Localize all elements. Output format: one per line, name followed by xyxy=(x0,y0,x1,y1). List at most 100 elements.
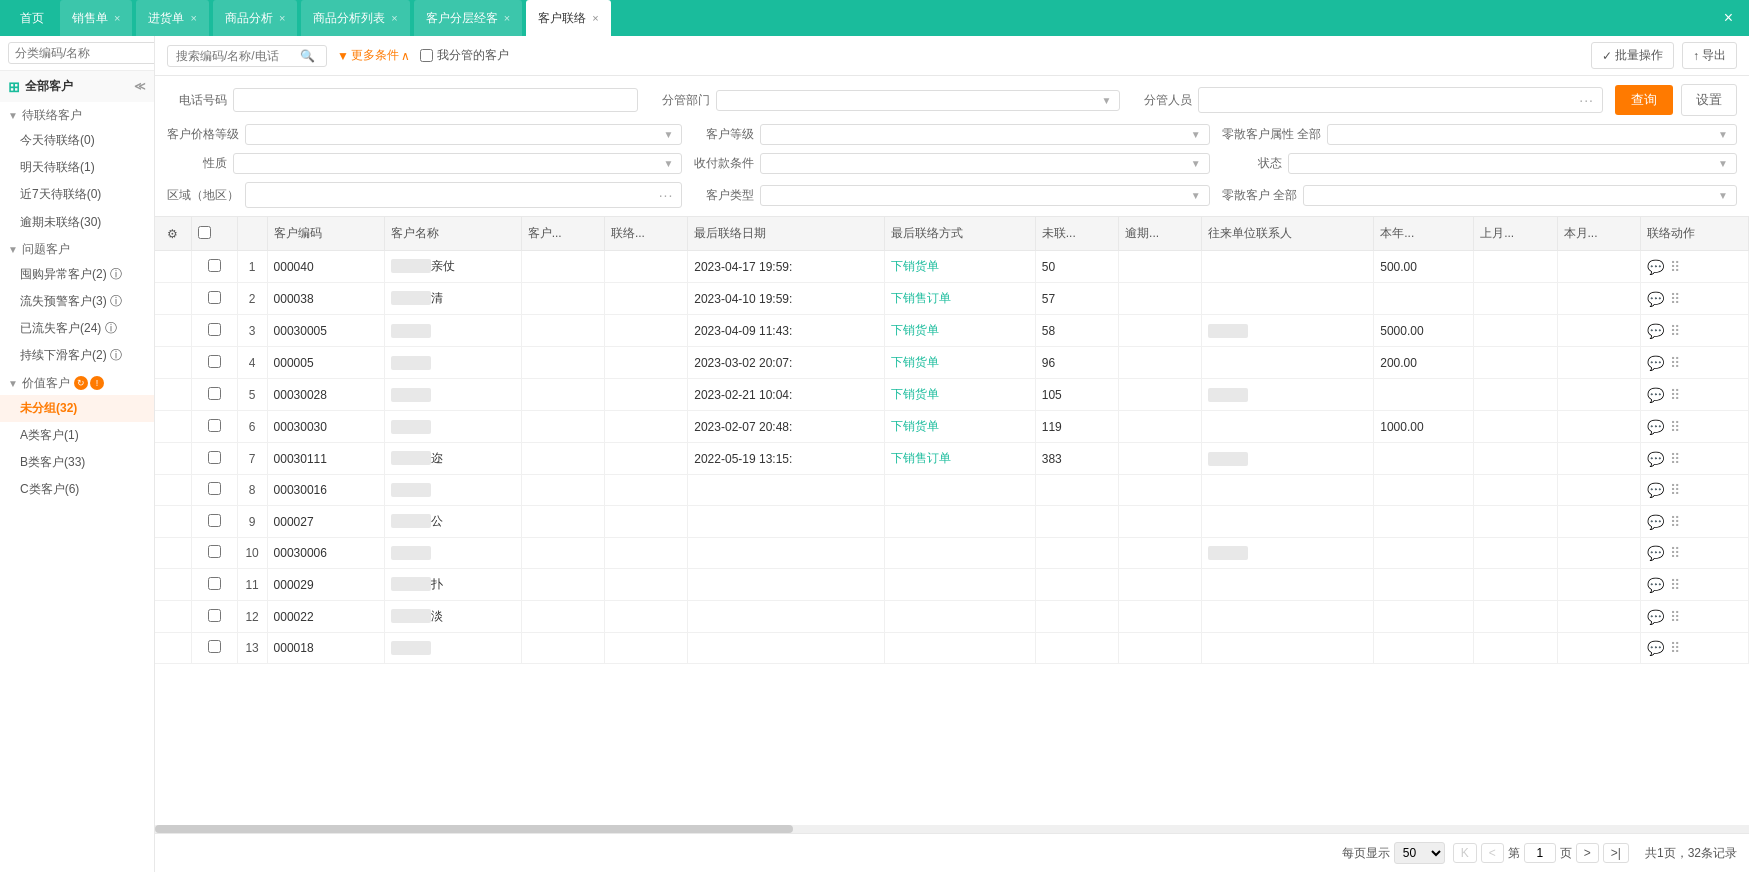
horizontal-scrollbar[interactable] xyxy=(155,825,1749,833)
td-checkbox[interactable] xyxy=(191,379,237,411)
export-button[interactable]: ↑ 导出 xyxy=(1682,42,1737,69)
sales-tab-close[interactable]: × xyxy=(114,12,120,24)
sidebar-item-lost[interactable]: 已流失客户(24) ⓘ xyxy=(0,315,154,342)
sidebar-item-classC[interactable]: C类客户(6) xyxy=(0,476,154,503)
row-checkbox[interactable] xyxy=(208,387,221,400)
person-select[interactable]: ··· xyxy=(1198,87,1603,113)
problem-customers-group[interactable]: ▼ 问题客户 xyxy=(0,236,154,261)
row-checkbox[interactable] xyxy=(208,640,221,653)
customer-contact-tab-close[interactable]: × xyxy=(592,12,598,24)
status-select[interactable]: ▼ xyxy=(1288,153,1737,174)
sidebar-item-warning[interactable]: 流失预警客户(3) ⓘ xyxy=(0,288,154,315)
last-page-button[interactable]: >| xyxy=(1603,843,1629,863)
nav-tab-customer-contact[interactable]: 客户联络 × xyxy=(526,0,610,36)
customer-layer-tab-close[interactable]: × xyxy=(504,12,510,24)
region-select[interactable]: ··· xyxy=(245,182,682,208)
more-icon[interactable]: ⠿ xyxy=(1670,419,1680,435)
sidebar-item-classA[interactable]: A类客户(1) xyxy=(0,422,154,449)
nav-tab-goods-list[interactable]: 商品分析列表 × xyxy=(301,0,409,36)
row-checkbox[interactable] xyxy=(208,259,221,272)
customer-type-select[interactable]: ▼ xyxy=(760,185,1209,206)
more-icon[interactable]: ⠿ xyxy=(1670,291,1680,307)
scrollbar-thumb[interactable] xyxy=(155,825,793,833)
sidebar-item-today[interactable]: 今天待联络(0) xyxy=(0,127,154,154)
th-settings[interactable]: ⚙ xyxy=(155,217,191,251)
td-last-contact-method[interactable]: 下销货单 xyxy=(885,411,1036,443)
retail-customer-select[interactable]: ▼ xyxy=(1303,185,1737,206)
chat-icon[interactable]: 💬 xyxy=(1647,482,1664,498)
sidebar-item-ungroup[interactable]: 未分组(32) xyxy=(0,395,154,422)
reset-button[interactable]: 设置 xyxy=(1681,84,1737,116)
more-icon[interactable]: ⠿ xyxy=(1670,545,1680,561)
th-last-month[interactable]: 上月... xyxy=(1474,217,1557,251)
row-checkbox[interactable] xyxy=(208,482,221,495)
th-type[interactable]: 客户... xyxy=(521,217,604,251)
filter-search-input[interactable] xyxy=(176,49,296,63)
contact-method-link[interactable]: 下销货单 xyxy=(891,387,939,401)
td-last-contact-method[interactable]: 下销货单 xyxy=(885,251,1036,283)
window-close-button[interactable]: × xyxy=(1716,9,1741,27)
select-all-checkbox[interactable] xyxy=(198,226,211,239)
td-checkbox[interactable] xyxy=(191,411,237,443)
contact-method-link[interactable]: 下销货单 xyxy=(891,259,939,273)
th-code[interactable]: 客户编码 xyxy=(267,217,385,251)
more-icon[interactable]: ⠿ xyxy=(1670,482,1680,498)
row-checkbox[interactable] xyxy=(208,419,221,432)
th-this-month[interactable]: 本月... xyxy=(1557,217,1640,251)
th-uncontacted[interactable]: 未联... xyxy=(1035,217,1118,251)
td-checkbox[interactable] xyxy=(191,251,237,283)
th-contact[interactable]: 联络... xyxy=(604,217,687,251)
nav-tab-purchase[interactable]: 进货单 × xyxy=(136,0,208,36)
td-checkbox[interactable] xyxy=(191,633,237,664)
sidebar-search-input[interactable] xyxy=(8,42,155,64)
chat-icon[interactable]: 💬 xyxy=(1647,451,1664,467)
filter-search-icon[interactable]: 🔍 xyxy=(300,49,315,63)
chat-icon[interactable]: 💬 xyxy=(1647,545,1664,561)
sidebar-item-classB[interactable]: B类客户(33) xyxy=(0,449,154,476)
td-last-contact-method[interactable]: 下销售订单 xyxy=(885,283,1036,315)
td-last-contact-method[interactable]: 下销货单 xyxy=(885,315,1036,347)
contact-method-link[interactable]: 下销货单 xyxy=(891,355,939,369)
td-checkbox[interactable] xyxy=(191,443,237,475)
contact-method-link[interactable]: 下销货单 xyxy=(891,323,939,337)
contact-method-link[interactable]: 下销货单 xyxy=(891,419,939,433)
pending-customers-group[interactable]: ▼ 待联络客户 xyxy=(0,102,154,127)
row-checkbox[interactable] xyxy=(208,545,221,558)
nature-select[interactable]: ▼ xyxy=(233,153,682,174)
th-checkbox[interactable] xyxy=(191,217,237,251)
th-this-year[interactable]: 本年... xyxy=(1374,217,1474,251)
more-icon[interactable]: ⠿ xyxy=(1670,577,1680,593)
th-last-contact-date[interactable]: 最后联络日期 xyxy=(688,217,885,251)
chat-icon[interactable]: 💬 xyxy=(1647,355,1664,371)
goods-list-tab-close[interactable]: × xyxy=(391,12,397,24)
td-checkbox[interactable] xyxy=(191,315,237,347)
td-checkbox[interactable] xyxy=(191,601,237,633)
chat-icon[interactable]: 💬 xyxy=(1647,609,1664,625)
chat-icon[interactable]: 💬 xyxy=(1647,577,1664,593)
my-customers-checkbox[interactable] xyxy=(420,49,433,62)
chat-icon[interactable]: 💬 xyxy=(1647,387,1664,403)
next-page-button[interactable]: > xyxy=(1576,843,1599,863)
row-checkbox[interactable] xyxy=(208,291,221,304)
th-overdue[interactable]: 逾期... xyxy=(1119,217,1202,251)
sidebar-item-declining[interactable]: 持续下滑客户(2) ⓘ xyxy=(0,342,154,369)
more-icon[interactable]: ⠿ xyxy=(1670,355,1680,371)
th-last-contact-method[interactable]: 最后联络方式 xyxy=(885,217,1036,251)
chat-icon[interactable]: 💬 xyxy=(1647,419,1664,435)
nav-tab-home[interactable]: 首页 xyxy=(8,0,56,36)
goods-analysis-tab-close[interactable]: × xyxy=(279,12,285,24)
chat-icon[interactable]: 💬 xyxy=(1647,323,1664,339)
row-checkbox[interactable] xyxy=(208,451,221,464)
contact-method-link[interactable]: 下销售订单 xyxy=(891,451,951,465)
row-checkbox[interactable] xyxy=(208,609,221,622)
row-checkbox[interactable] xyxy=(208,577,221,590)
more-icon[interactable]: ⠿ xyxy=(1670,259,1680,275)
dept-select[interactable]: ▼ xyxy=(716,90,1121,111)
refresh-icon[interactable]: ↻ xyxy=(74,376,88,390)
more-icon[interactable]: ⠿ xyxy=(1670,323,1680,339)
sidebar-item-tomorrow[interactable]: 明天待联络(1) xyxy=(0,154,154,181)
sidebar-item-abnormal[interactable]: 囤购异常客户(2) ⓘ xyxy=(0,261,154,288)
td-last-contact-method[interactable]: 下销售订单 xyxy=(885,443,1036,475)
row-checkbox[interactable] xyxy=(208,514,221,527)
td-checkbox[interactable] xyxy=(191,475,237,506)
